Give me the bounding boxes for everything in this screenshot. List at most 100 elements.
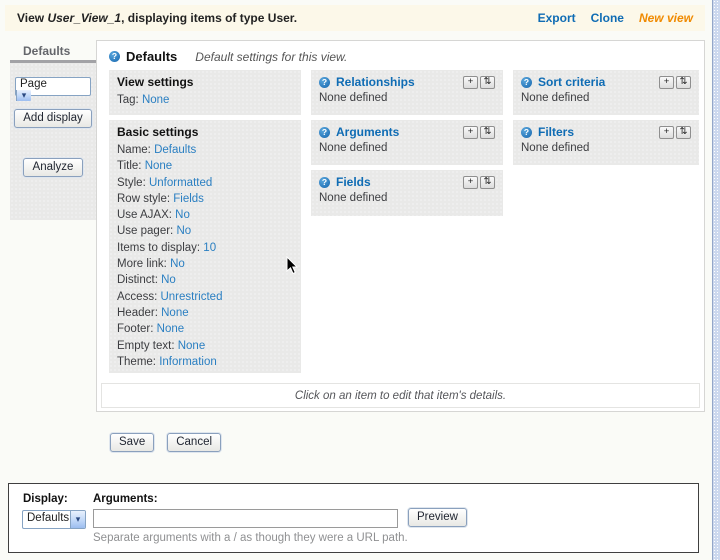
edit-hint-text: Click on an item to edit that item's det… <box>101 383 700 408</box>
setting-value-link[interactable]: None <box>178 340 206 352</box>
sort-criteria-empty-text: None defined <box>521 92 590 104</box>
setting-row-tag: Tag: None <box>117 92 293 108</box>
setting-value-link[interactable]: None <box>161 307 189 319</box>
display-type-value: Page <box>20 78 47 90</box>
setting-label: Distinct: <box>117 274 158 287</box>
cancel-button[interactable]: Cancel <box>167 433 222 452</box>
help-icon[interactable]: ? <box>109 51 120 62</box>
setting-label: Row style: <box>117 192 171 205</box>
view-action-links: Export Clone New view <box>538 11 693 25</box>
fields-box: ? Fields + ⇅ None defined <box>311 170 503 216</box>
basic-settings-box: Basic settings Name: Defaults Title: Non… <box>109 120 301 373</box>
help-icon[interactable]: ? <box>319 176 330 188</box>
view-settings-box: View settings Tag: None <box>109 70 301 115</box>
new-view-link[interactable]: New view <box>639 11 693 25</box>
chevron-down-icon: ▾ <box>70 511 85 528</box>
preview-arguments-input[interactable] <box>93 509 398 528</box>
setting-value-link[interactable]: None <box>145 160 173 172</box>
rearrange-icon[interactable]: ⇅ <box>480 175 495 189</box>
arguments-empty-text: None defined <box>319 142 388 154</box>
help-icon[interactable]: ? <box>319 76 330 88</box>
setting-value-link[interactable]: Unformatted <box>149 177 212 189</box>
relationships-title-link[interactable]: Relationships <box>336 75 415 89</box>
setting-label: Theme: <box>117 355 156 368</box>
display-type-select[interactable]: Page ▾ <box>15 77 91 101</box>
preview-display-value: Defaults <box>27 512 70 524</box>
setting-value-link[interactable]: Unrestricted <box>160 291 222 303</box>
display-settings-panel: ? Defaults Default settings for this vie… <box>96 40 705 412</box>
setting-row-distinct: Distinct: No <box>117 272 293 288</box>
view-name: User_View_1 <box>47 11 122 25</box>
save-button[interactable]: Save <box>110 433 155 452</box>
preview-arguments-label: Arguments: <box>93 493 158 505</box>
setting-value-link[interactable]: No <box>170 258 185 270</box>
help-icon[interactable]: ? <box>521 76 532 88</box>
setting-row-style: Style: Unformatted <box>117 175 293 191</box>
add-icon[interactable]: + <box>659 125 674 139</box>
setting-label: Header: <box>117 306 158 319</box>
preview-display-label: Display: <box>23 493 68 505</box>
tab-defaults[interactable]: Defaults <box>10 40 96 60</box>
fields-head: ? Fields + ⇅ <box>319 175 495 189</box>
setting-value-link[interactable]: None <box>157 323 185 335</box>
add-icon[interactable]: + <box>463 175 478 189</box>
setting-row-more-link: More link: No <box>117 256 293 272</box>
setting-value-link[interactable]: Information <box>159 356 217 368</box>
view-title: View User_View_1, displaying items of ty… <box>17 11 297 25</box>
setting-label: Tag: <box>117 94 139 106</box>
setting-value-link[interactable]: No <box>161 274 176 286</box>
arguments-buttons: + ⇅ <box>463 125 495 139</box>
setting-row-items: Items to display: 10 <box>117 240 293 256</box>
sidebar-body: Page ▾ Add display Analyze <box>10 63 96 220</box>
analyze-button[interactable]: Analyze <box>23 158 83 177</box>
setting-value-link[interactable]: None <box>142 94 170 106</box>
sort-criteria-head: ? Sort criteria + ⇅ <box>521 75 691 89</box>
rearrange-icon[interactable]: ⇅ <box>480 125 495 139</box>
filters-buttons: + ⇅ <box>659 125 691 139</box>
setting-label: Title: <box>117 160 142 173</box>
preview-button[interactable]: Preview <box>408 508 467 527</box>
setting-row-name: Name: Defaults <box>117 142 293 158</box>
scrollbar-track[interactable] <box>712 0 720 560</box>
help-icon[interactable]: ? <box>521 126 532 138</box>
setting-row-empty-text: Empty text: None <box>117 338 293 354</box>
fields-empty-text: None defined <box>319 192 388 204</box>
setting-label: More link: <box>117 258 167 271</box>
rearrange-icon[interactable]: ⇅ <box>480 75 495 89</box>
setting-row-footer: Footer: None <box>117 321 293 337</box>
fields-buttons: + ⇅ <box>463 175 495 189</box>
sort-criteria-title-link[interactable]: Sort criteria <box>538 75 605 89</box>
add-display-button[interactable]: Add display <box>14 109 92 128</box>
relationships-empty-text: None defined <box>319 92 388 104</box>
setting-row-use-pager: Use pager: No <box>117 223 293 239</box>
preview-display-select[interactable]: Defaults ▾ <box>22 510 86 529</box>
setting-label: Items to display: <box>117 241 201 254</box>
export-link[interactable]: Export <box>538 11 576 25</box>
setting-value-link[interactable]: Defaults <box>154 144 196 156</box>
preview-help-text: Separate arguments with a / as though th… <box>93 532 408 544</box>
setting-row-title: Title: None <box>117 158 293 174</box>
setting-row-header: Header: None <box>117 305 293 321</box>
setting-value-link[interactable]: No <box>176 225 191 237</box>
setting-label: Style: <box>117 176 146 189</box>
setting-value-link[interactable]: 10 <box>203 242 216 254</box>
view-settings-title: View settings <box>117 75 194 89</box>
filters-empty-text: None defined <box>521 142 590 154</box>
setting-row-theme: Theme: Information <box>117 354 293 370</box>
add-icon[interactable]: + <box>463 75 478 89</box>
setting-value-link[interactable]: Fields <box>173 193 204 205</box>
add-icon[interactable]: + <box>659 75 674 89</box>
rearrange-icon[interactable]: ⇅ <box>676 75 691 89</box>
sort-criteria-buttons: + ⇅ <box>659 75 691 89</box>
fields-title-link[interactable]: Fields <box>336 175 371 189</box>
arguments-title-link[interactable]: Arguments <box>336 125 399 139</box>
filters-title-link[interactable]: Filters <box>538 125 574 139</box>
filters-head: ? Filters + ⇅ <box>521 125 691 139</box>
rearrange-icon[interactable]: ⇅ <box>676 125 691 139</box>
arguments-head: ? Arguments + ⇅ <box>319 125 495 139</box>
setting-value-link[interactable]: No <box>175 209 190 221</box>
display-sidebar: Defaults Page ▾ Add display Analyze <box>10 40 96 220</box>
help-icon[interactable]: ? <box>319 126 330 138</box>
clone-link[interactable]: Clone <box>591 11 624 25</box>
add-icon[interactable]: + <box>463 125 478 139</box>
